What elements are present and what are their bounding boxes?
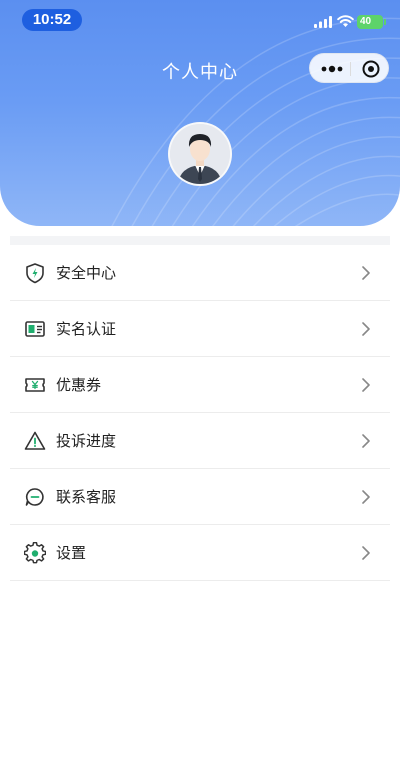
capsule-divider (350, 62, 351, 76)
status-time: 10:52 (22, 9, 82, 31)
chevron-right-icon (362, 546, 370, 560)
chevron-right-icon (362, 322, 370, 336)
gear-icon (24, 542, 46, 564)
user-avatar-icon (170, 124, 230, 184)
signal-icon (314, 16, 332, 28)
wifi-icon (337, 15, 354, 27)
chevron-right-icon (362, 378, 370, 392)
menu-item-security-center[interactable]: 安全中心 (10, 245, 390, 301)
menu-item-label: 实名认证 (56, 320, 117, 338)
more-icon[interactable] (321, 64, 343, 74)
warning-icon (24, 431, 46, 450)
menu-item-coupons[interactable]: 优惠券 (10, 357, 390, 413)
shield-icon (26, 263, 44, 284)
chevron-right-icon (362, 266, 370, 280)
menu-item-customer-service[interactable]: 联系客服 (10, 469, 390, 525)
menu-item-real-name-auth[interactable]: 实名认证 (10, 301, 390, 357)
battery-indicator: 40 (357, 15, 386, 29)
chevron-right-icon (362, 434, 370, 448)
close-mini-program-icon[interactable] (362, 60, 380, 78)
menu-item-label: 设置 (56, 544, 87, 562)
menu-item-label: 联系客服 (56, 488, 117, 506)
menu-item-complaint-progress[interactable]: 投诉进度 (10, 413, 390, 469)
menu-item-label: 优惠券 (56, 376, 102, 394)
chevron-right-icon (362, 490, 370, 504)
id-card-icon (25, 321, 45, 337)
status-bar: 10:52 40 (0, 0, 400, 40)
menu-top-strip (10, 236, 390, 245)
battery-level: 40 (360, 16, 372, 27)
avatar[interactable] (168, 122, 232, 186)
menu-item-label: 安全中心 (56, 264, 117, 282)
menu-item-label: 投诉进度 (56, 432, 117, 450)
menu-item-settings[interactable]: 设置 (10, 525, 390, 581)
mini-program-capsule (309, 53, 389, 83)
coupon-icon (25, 378, 45, 392)
chat-icon (25, 488, 44, 506)
menu-list: 安全中心 实名认证 优惠券 投诉进度 联系客服 设置 (10, 236, 390, 581)
